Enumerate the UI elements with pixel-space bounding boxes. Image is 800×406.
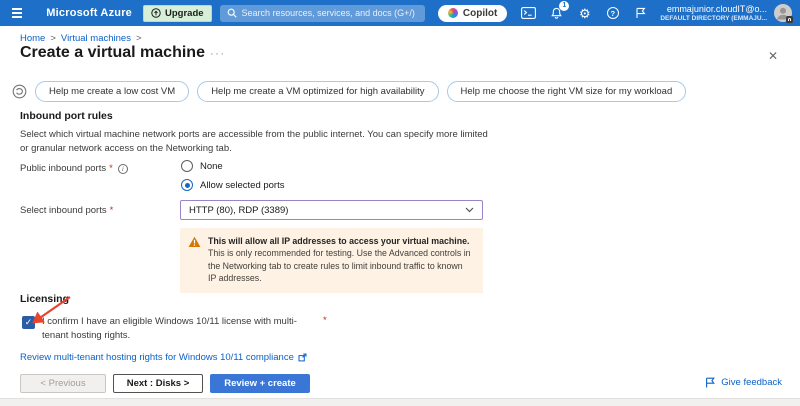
breadcrumb: Home > Virtual machines > bbox=[20, 33, 142, 44]
global-search[interactable] bbox=[219, 4, 425, 22]
warning-body-text: This is only recommended for testing. Us… bbox=[208, 248, 471, 284]
next-disks-button[interactable]: Next : Disks > bbox=[113, 374, 203, 393]
breadcrumb-home[interactable]: Home bbox=[20, 33, 45, 44]
copilot-suggestions-row: Help me create a low cost VM Help me cre… bbox=[12, 81, 687, 102]
licensing-checkbox-row: ✓ I confirm I have an eligible Windows 1… bbox=[22, 315, 327, 343]
feedback-flag-icon[interactable] bbox=[633, 6, 648, 21]
bottom-strip bbox=[0, 398, 800, 406]
copilot-label: Copilot bbox=[462, 7, 498, 19]
give-feedback-flag-icon bbox=[706, 377, 716, 388]
public-inbound-ports-label: Public inbound ports * i bbox=[20, 163, 128, 174]
copilot-button[interactable]: Copilot bbox=[437, 4, 508, 22]
licensing-checkbox-label: I confirm I have an eligible Windows 10/… bbox=[42, 316, 297, 341]
previous-button[interactable]: < Previous bbox=[20, 374, 106, 393]
radio-circle-unselected bbox=[181, 160, 193, 172]
breadcrumb-separator: > bbox=[50, 33, 56, 44]
copilot-icon bbox=[447, 8, 458, 18]
radio-allow-selected-ports[interactable]: Allow selected ports bbox=[181, 179, 284, 191]
checkmark-icon: ✓ bbox=[24, 317, 33, 327]
search-input[interactable] bbox=[241, 8, 418, 18]
suggestion-high-availability-vm[interactable]: Help me create a VM optimized for high a… bbox=[197, 81, 439, 102]
warning-text: This will allow all IP addresses to acce… bbox=[208, 235, 473, 285]
warning-triangle-icon bbox=[188, 236, 201, 247]
public-inbound-ports-text: Public inbound ports bbox=[20, 163, 107, 174]
select-inbound-ports-label: Select inbound ports * bbox=[20, 205, 113, 216]
hamburger-menu-icon[interactable] bbox=[12, 8, 23, 18]
brand-microsoft-azure[interactable]: Microsoft Azure bbox=[46, 7, 132, 19]
info-icon[interactable]: i bbox=[117, 163, 128, 174]
topbar-icons: 1 ⚙ ? bbox=[521, 0, 648, 21]
search-icon bbox=[227, 8, 237, 18]
account-email: emmajunior.cloudIT@o... bbox=[666, 3, 767, 14]
licensing-checkbox[interactable]: ✓ bbox=[22, 316, 35, 329]
radio-circle-selected bbox=[181, 179, 193, 191]
avatar[interactable] bbox=[774, 4, 793, 23]
give-feedback-label: Give feedback bbox=[721, 377, 782, 388]
suggestion-right-vm-size[interactable]: Help me choose the right VM size for my … bbox=[446, 81, 687, 102]
warning-banner: This will allow all IP addresses to acce… bbox=[180, 228, 483, 293]
upgrade-label: Upgrade bbox=[165, 7, 204, 19]
breadcrumb-virtual-machines[interactable]: Virtual machines bbox=[61, 33, 131, 44]
select-inbound-ports-dropdown[interactable]: HTTP (80), RDP (3389) bbox=[180, 200, 483, 220]
select-inbound-ports-text: Select inbound ports bbox=[20, 205, 107, 216]
licensing-heading: Licensing bbox=[20, 293, 70, 305]
give-feedback-link[interactable]: Give feedback bbox=[704, 377, 782, 388]
help-icon[interactable]: ? bbox=[605, 6, 620, 21]
compliance-link[interactable]: Review multi-tenant hosting rights for W… bbox=[20, 352, 307, 363]
notifications-bell-icon[interactable]: 1 bbox=[549, 0, 570, 21]
copilot-outline-icon bbox=[12, 84, 27, 99]
radio-allow-label: Allow selected ports bbox=[200, 179, 285, 191]
breadcrumb-separator: > bbox=[135, 33, 142, 44]
dropdown-value: HTTP (80), RDP (3389) bbox=[189, 204, 289, 216]
azure-portal-window: Microsoft Azure Upgrade Copilot 1 ⚙ ? bbox=[0, 0, 800, 406]
more-options-ellipsis[interactable]: ··· bbox=[210, 48, 226, 60]
radio-none-label: None bbox=[200, 160, 223, 172]
account-info[interactable]: emmajunior.cloudIT@o... DEFAULT DIRECTOR… bbox=[660, 4, 767, 23]
notification-badge: 1 bbox=[559, 0, 570, 11]
settings-gear-icon[interactable]: ⚙ bbox=[577, 6, 592, 21]
suggestion-low-cost-vm[interactable]: Help me create a low cost VM bbox=[35, 81, 190, 102]
upgrade-button[interactable]: Upgrade bbox=[143, 4, 212, 22]
inbound-port-rules-heading: Inbound port rules bbox=[20, 110, 113, 122]
topbar: Microsoft Azure Upgrade Copilot 1 ⚙ ? bbox=[0, 0, 800, 26]
lock-icon bbox=[786, 16, 793, 23]
cloud-shell-icon[interactable] bbox=[521, 6, 537, 21]
page-title: Create a virtual machine bbox=[20, 44, 205, 61]
review-create-button[interactable]: Review + create bbox=[210, 374, 310, 393]
account-directory: DEFAULT DIRECTORY (EMMAJU... bbox=[660, 14, 767, 22]
required-asterisk: * bbox=[323, 315, 327, 326]
external-link-icon bbox=[298, 353, 307, 362]
warning-bold-text: This will allow all IP addresses to acce… bbox=[208, 236, 470, 246]
radio-none[interactable]: None bbox=[181, 160, 223, 172]
chevron-down-icon bbox=[465, 207, 474, 213]
required-asterisk: * bbox=[109, 163, 113, 174]
close-icon[interactable]: ✕ bbox=[768, 49, 778, 63]
inbound-description: Select which virtual machine network por… bbox=[20, 129, 488, 155]
required-asterisk: * bbox=[109, 205, 114, 216]
compliance-link-text: Review multi-tenant hosting rights for W… bbox=[20, 352, 294, 363]
upgrade-arrow-icon bbox=[151, 8, 161, 18]
